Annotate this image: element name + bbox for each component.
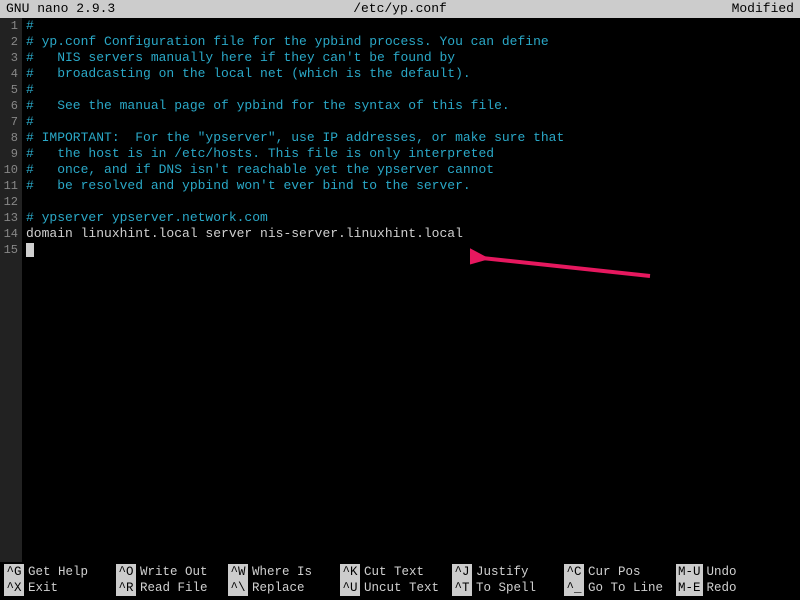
shortcut-item: M-ERedo bbox=[676, 580, 754, 596]
code-line[interactable]: # NIS servers manually here if they can'… bbox=[26, 50, 564, 66]
shortcut-key: ^_ bbox=[564, 580, 584, 596]
shortcut-item: ^KCut Text bbox=[340, 564, 452, 580]
shortcut-label: Read File bbox=[140, 580, 208, 596]
shortcut-label: Justify bbox=[476, 564, 529, 580]
shortcut-key: ^G bbox=[4, 564, 24, 580]
shortcut-label: Get Help bbox=[28, 564, 88, 580]
shortcut-item: ^\Replace bbox=[228, 580, 340, 596]
line-number: 2 bbox=[0, 34, 18, 50]
file-path: /etc/yp.conf bbox=[0, 0, 800, 18]
code-line[interactable]: # ypserver ypserver.network.com bbox=[26, 210, 564, 226]
shortcut-key: ^W bbox=[228, 564, 248, 580]
code-line[interactable]: # be resolved and ypbind won't ever bind… bbox=[26, 178, 564, 194]
line-number: 7 bbox=[0, 114, 18, 130]
line-number: 1 bbox=[0, 18, 18, 34]
shortcut-row-1: ^GGet Help^OWrite Out^WWhere Is^KCut Tex… bbox=[4, 564, 796, 580]
shortcut-label: Redo bbox=[707, 580, 737, 596]
code-line[interactable]: # yp.conf Configuration file for the ypb… bbox=[26, 34, 564, 50]
shortcut-item: ^GGet Help bbox=[4, 564, 116, 580]
shortcut-item: ^XExit bbox=[4, 580, 116, 596]
shortcut-label: Cur Pos bbox=[588, 564, 641, 580]
shortcut-item: ^OWrite Out bbox=[116, 564, 228, 580]
code-line[interactable]: # bbox=[26, 82, 564, 98]
shortcut-item: ^UUncut Text bbox=[340, 580, 452, 596]
code-line[interactable]: # IMPORTANT: For the "ypserver", use IP … bbox=[26, 130, 564, 146]
text-cursor bbox=[26, 243, 34, 257]
shortcut-item: ^WWhere Is bbox=[228, 564, 340, 580]
line-number: 9 bbox=[0, 146, 18, 162]
code-line[interactable]: # bbox=[26, 18, 564, 34]
line-number: 15 bbox=[0, 242, 18, 258]
titlebar: GNU nano 2.9.3 /etc/yp.conf Modified bbox=[0, 0, 800, 18]
shortcut-label: Uncut Text bbox=[364, 580, 439, 596]
shortcut-item: ^CCur Pos bbox=[564, 564, 676, 580]
code-line[interactable]: # See the manual page of ypbind for the … bbox=[26, 98, 564, 114]
shortcut-label: Undo bbox=[707, 564, 737, 580]
shortcut-label: Where Is bbox=[252, 564, 312, 580]
shortcut-key: ^U bbox=[340, 580, 360, 596]
code-line[interactable]: # once, and if DNS isn't reachable yet t… bbox=[26, 162, 564, 178]
shortcut-item: ^JJustify bbox=[452, 564, 564, 580]
shortcut-key: ^X bbox=[4, 580, 24, 596]
shortcut-label: Go To Line bbox=[588, 580, 663, 596]
shortcut-key: ^R bbox=[116, 580, 136, 596]
shortcut-row-2: ^XExit^RRead File^\Replace^UUncut Text^T… bbox=[4, 580, 796, 596]
shortcut-key: ^C bbox=[564, 564, 584, 580]
shortcut-item: ^_Go To Line bbox=[564, 580, 676, 596]
shortcut-key: M-U bbox=[676, 564, 703, 580]
shortcut-key: M-E bbox=[676, 580, 703, 596]
text-content[interactable]: ## yp.conf Configuration file for the yp… bbox=[22, 18, 564, 562]
code-line[interactable] bbox=[26, 242, 564, 258]
code-line[interactable]: domain linuxhint.local server nis-server… bbox=[26, 226, 564, 242]
shortcut-label: Write Out bbox=[140, 564, 208, 580]
shortcut-item: ^RRead File bbox=[116, 580, 228, 596]
shortcut-key: ^T bbox=[452, 580, 472, 596]
code-line[interactable]: # broadcasting on the local net (which i… bbox=[26, 66, 564, 82]
shortcut-key: ^\ bbox=[228, 580, 248, 596]
shortcut-key: ^O bbox=[116, 564, 136, 580]
shortcut-item: ^TTo Spell bbox=[452, 580, 564, 596]
shortcut-label: Replace bbox=[252, 580, 305, 596]
editor-area[interactable]: 123456789101112131415 ## yp.conf Configu… bbox=[0, 18, 800, 562]
shortcut-label: Cut Text bbox=[364, 564, 424, 580]
line-number: 8 bbox=[0, 130, 18, 146]
app-name: GNU nano 2.9.3 bbox=[6, 0, 115, 18]
shortcut-key: ^J bbox=[452, 564, 472, 580]
shortcut-item: M-UUndo bbox=[676, 564, 754, 580]
shortcut-footer: ^GGet Help^OWrite Out^WWhere Is^KCut Tex… bbox=[0, 562, 800, 600]
code-line[interactable]: # the host is in /etc/hosts. This file i… bbox=[26, 146, 564, 162]
shortcut-label: Exit bbox=[28, 580, 58, 596]
line-number: 5 bbox=[0, 82, 18, 98]
shortcut-key: ^K bbox=[340, 564, 360, 580]
line-number: 11 bbox=[0, 178, 18, 194]
line-number-gutter: 123456789101112131415 bbox=[0, 18, 22, 562]
line-number: 6 bbox=[0, 98, 18, 114]
line-number: 3 bbox=[0, 50, 18, 66]
line-number: 12 bbox=[0, 194, 18, 210]
line-number: 14 bbox=[0, 226, 18, 242]
line-number: 4 bbox=[0, 66, 18, 82]
line-number: 13 bbox=[0, 210, 18, 226]
code-line[interactable]: # bbox=[26, 114, 564, 130]
line-number: 10 bbox=[0, 162, 18, 178]
code-line[interactable] bbox=[26, 194, 564, 210]
modified-status: Modified bbox=[732, 0, 794, 18]
shortcut-label: To Spell bbox=[476, 580, 536, 596]
